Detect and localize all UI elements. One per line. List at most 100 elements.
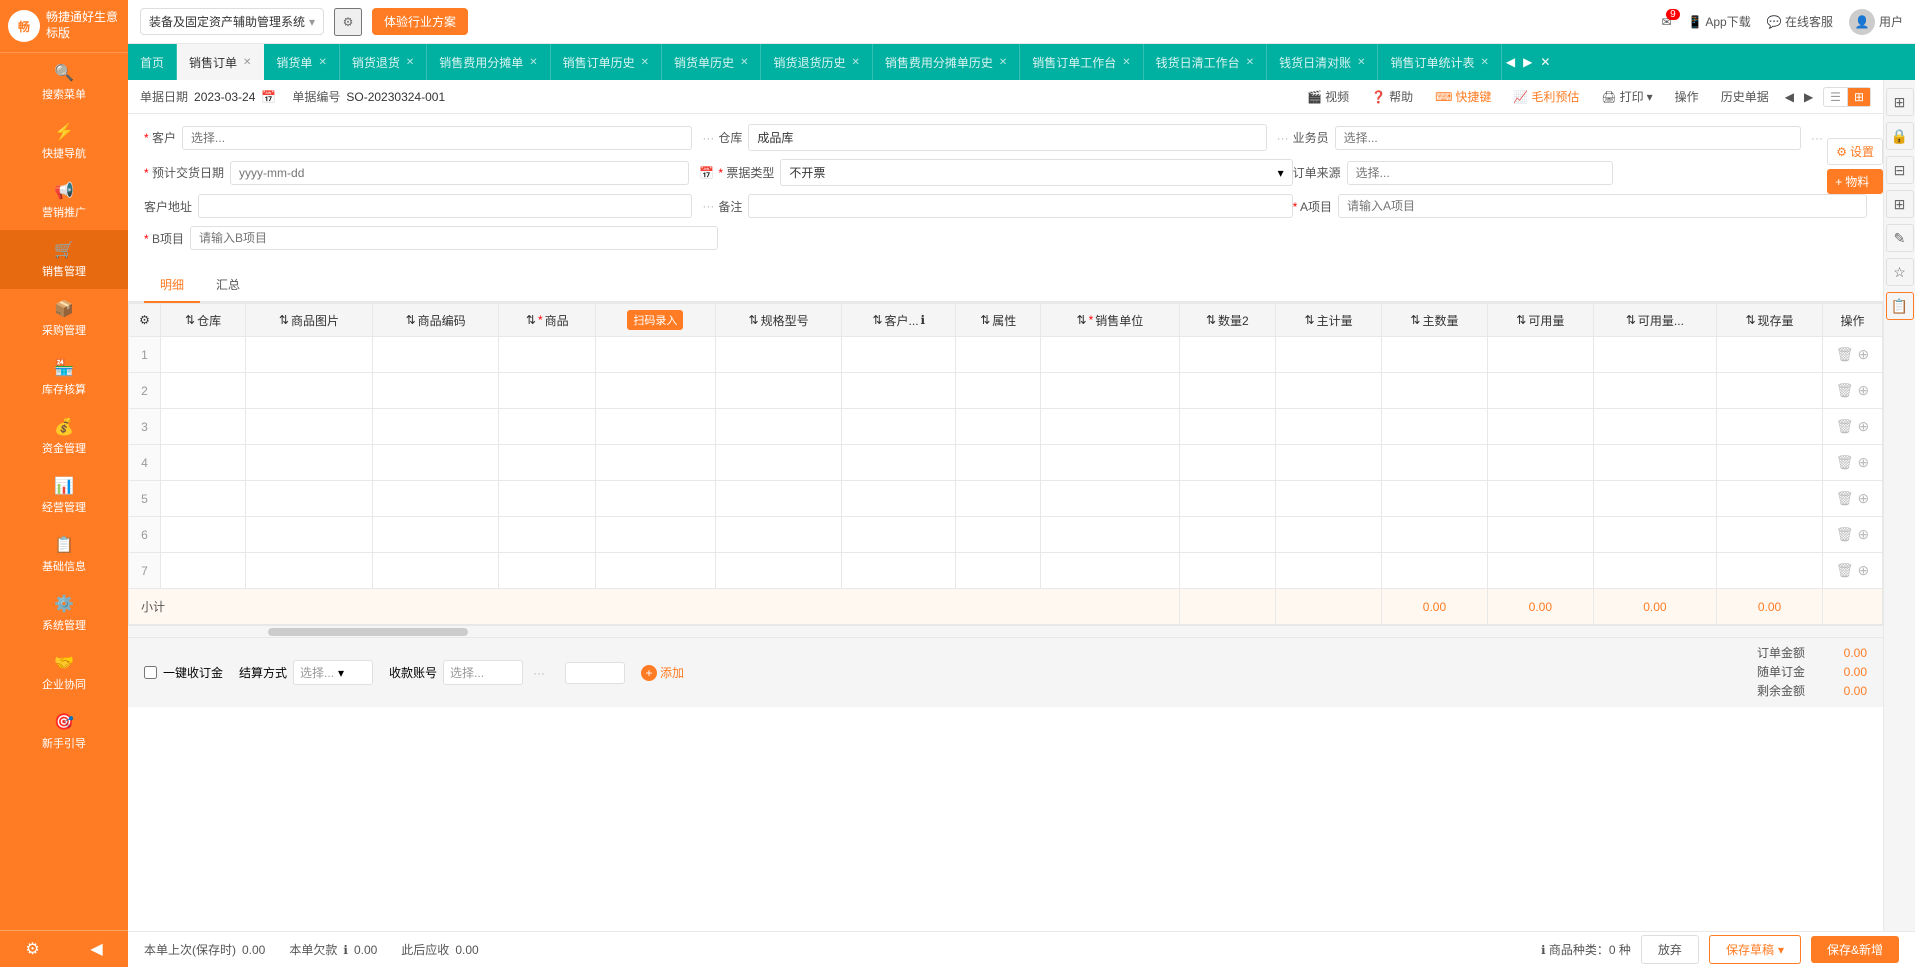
b-project-input[interactable] xyxy=(190,226,718,250)
order-source-input[interactable] xyxy=(1347,161,1613,185)
copy-icon[interactable]: ⊕ xyxy=(1858,418,1870,435)
row-2-main-unit[interactable] xyxy=(1276,373,1382,409)
row-7-main-qty[interactable] xyxy=(1382,553,1488,589)
save-draft-button[interactable]: 保存草稿 ▾ xyxy=(1709,935,1801,964)
row-2-warehouse[interactable] xyxy=(161,373,246,409)
operations-btn[interactable]: 操作 xyxy=(1669,86,1705,107)
sidebar-item-enterprise[interactable]: 🤝 企业协同 xyxy=(0,643,128,702)
row-6-product[interactable] xyxy=(499,517,596,553)
account-dots-icon[interactable]: ··· xyxy=(529,666,549,680)
remark-input[interactable] xyxy=(748,194,1292,218)
row-2-spec[interactable] xyxy=(715,373,842,409)
row-1-unit[interactable] xyxy=(1041,337,1179,373)
row-6-main-unit[interactable] xyxy=(1276,517,1382,553)
row-4-unit[interactable] xyxy=(1041,445,1179,481)
row-3-available2[interactable] xyxy=(1593,409,1716,445)
row-6-customer-code[interactable] xyxy=(842,517,956,553)
nav-prev-icon[interactable]: ◀ xyxy=(1785,90,1794,104)
row-4-available2[interactable] xyxy=(1593,445,1716,481)
tab-close-icon[interactable]: ✕ xyxy=(740,57,748,68)
shortcut-btn[interactable]: ⌨ 快捷键 xyxy=(1429,86,1497,107)
amount-input[interactable]: 0.00 xyxy=(565,662,625,684)
invoice-type-select[interactable]: 不开票 ▾ xyxy=(780,159,1292,186)
row-1-warehouse[interactable] xyxy=(161,337,246,373)
customer-dots-icon[interactable]: ··· xyxy=(698,131,718,145)
list-layout-btn[interactable]: ☰ xyxy=(1824,88,1848,106)
row-1-main-unit[interactable] xyxy=(1276,337,1382,373)
tab-order-history[interactable]: 销售订单历史 ✕ xyxy=(551,44,662,80)
row-5-attributes[interactable] xyxy=(956,481,1041,517)
tab-close-icon[interactable]: ✕ xyxy=(318,57,326,68)
copy-icon[interactable]: ⊕ xyxy=(1858,382,1870,399)
nav-next-icon[interactable]: ▶ xyxy=(1804,90,1813,104)
tab-sales-order[interactable]: 销售订单 ✕ xyxy=(177,44,264,80)
customer-input[interactable] xyxy=(182,126,692,150)
row-4-code[interactable] xyxy=(372,445,499,481)
row-4-warehouse[interactable] xyxy=(161,445,246,481)
settings-icon[interactable]: ⚙ xyxy=(139,313,150,327)
row-7-warehouse[interactable] xyxy=(161,553,246,589)
row-2-main-qty[interactable] xyxy=(1382,373,1488,409)
row-3-attributes[interactable] xyxy=(956,409,1041,445)
row-7-unit[interactable] xyxy=(1041,553,1179,589)
tab-close-icon[interactable]: ✕ xyxy=(243,57,251,68)
row-1-product[interactable] xyxy=(499,337,596,373)
account-select[interactable]: 选择... xyxy=(443,660,523,685)
row-6-available2[interactable] xyxy=(1593,517,1716,553)
tab-close-icon[interactable]: ✕ xyxy=(641,57,649,68)
horizontal-scrollbar[interactable] xyxy=(128,625,1883,637)
tab-expense-history[interactable]: 销售费用分摊单历史 ✕ xyxy=(873,44,1020,80)
row-3-stock[interactable] xyxy=(1717,409,1823,445)
row-4-main-unit[interactable] xyxy=(1276,445,1382,481)
tab-next-btn[interactable]: ▶ xyxy=(1519,55,1536,69)
row-6-code[interactable] xyxy=(372,517,499,553)
address-dots-icon[interactable]: ··· xyxy=(698,199,718,213)
row-4-available[interactable] xyxy=(1487,445,1593,481)
row-1-customer-code[interactable] xyxy=(842,337,956,373)
tab-sales-invoice[interactable]: 销货单 ✕ xyxy=(264,44,339,80)
row-7-available[interactable] xyxy=(1487,553,1593,589)
warehouse-select[interactable]: 成品库 xyxy=(748,124,1266,151)
row-5-available[interactable] xyxy=(1487,481,1593,517)
tab-more-btn[interactable]: ✕ xyxy=(1536,55,1554,69)
discard-button[interactable]: 放弃 xyxy=(1641,935,1699,964)
row-3-warehouse[interactable] xyxy=(161,409,246,445)
tab-close-icon[interactable]: ✕ xyxy=(1122,57,1130,68)
row-6-attributes[interactable] xyxy=(956,517,1041,553)
row-5-customer-code[interactable] xyxy=(842,481,956,517)
scan-btn[interactable]: 扫码录入 xyxy=(627,310,683,330)
row-2-qty2[interactable] xyxy=(1179,373,1276,409)
row-3-product[interactable] xyxy=(499,409,596,445)
delete-icon[interactable]: 🗑 xyxy=(1836,418,1854,435)
profit-btn[interactable]: 📈 毛利预估 xyxy=(1507,86,1585,107)
row-5-code[interactable] xyxy=(372,481,499,517)
row-6-unit[interactable] xyxy=(1041,517,1179,553)
delete-icon[interactable]: 🗑 xyxy=(1836,454,1854,471)
one-click-checkbox[interactable] xyxy=(144,666,157,679)
delete-icon[interactable]: 🗑 xyxy=(1836,490,1854,507)
row-4-qty2[interactable] xyxy=(1179,445,1276,481)
tab-stats[interactable]: 销售订单统计表 ✕ xyxy=(1378,44,1501,80)
row-3-unit[interactable] xyxy=(1041,409,1179,445)
calendar-icon[interactable]: 📅 xyxy=(695,166,718,180)
row-7-attributes[interactable] xyxy=(956,553,1041,589)
sidebar-item-quick[interactable]: ⚡ 快捷导航 xyxy=(0,112,128,171)
side-action-6[interactable]: ☆ xyxy=(1886,258,1914,286)
customer-address-input[interactable] xyxy=(198,194,692,218)
scrollbar-thumb[interactable] xyxy=(268,628,468,636)
tab-reconcile[interactable]: 钱货日清对账 ✕ xyxy=(1267,44,1378,80)
row-4-product[interactable] xyxy=(499,445,596,481)
row-7-code[interactable] xyxy=(372,553,499,589)
tab-prev-btn[interactable]: ◀ xyxy=(1502,55,1519,69)
row-4-main-qty[interactable] xyxy=(1382,445,1488,481)
tab-daily-workbench[interactable]: 钱货日清工作台 ✕ xyxy=(1144,44,1267,80)
row-5-qty2[interactable] xyxy=(1179,481,1276,517)
sidebar-collapse-btn[interactable]: ◀ xyxy=(90,939,102,959)
row-1-code[interactable] xyxy=(372,337,499,373)
row-1-available[interactable] xyxy=(1487,337,1593,373)
row-2-available2[interactable] xyxy=(1593,373,1716,409)
tab-close-icon[interactable]: ✕ xyxy=(1357,57,1365,68)
row-2-available[interactable] xyxy=(1487,373,1593,409)
row-7-spec[interactable] xyxy=(715,553,842,589)
side-action-7[interactable]: 📋 xyxy=(1886,292,1914,320)
